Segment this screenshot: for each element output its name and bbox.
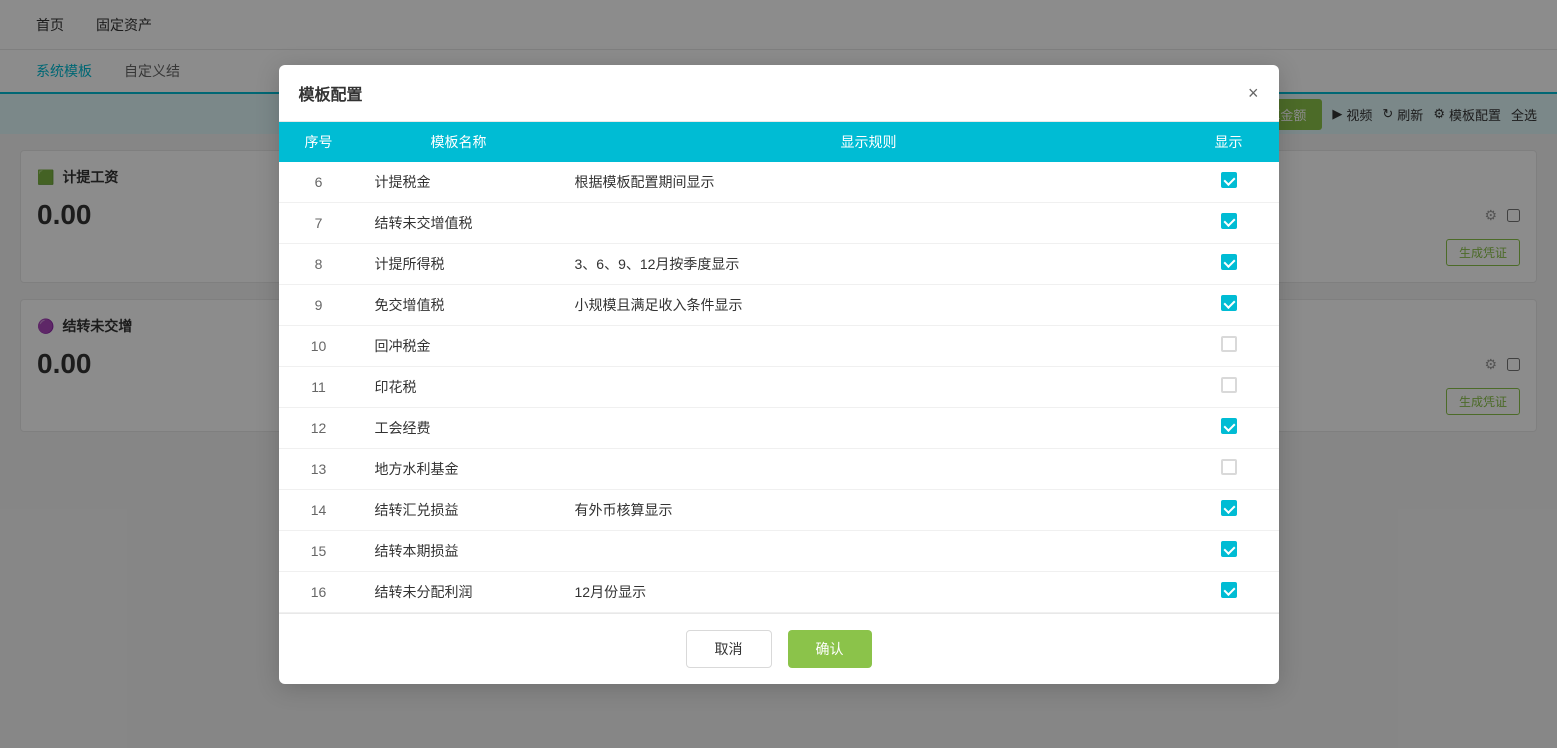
table-row: 13地方水利基金 [279,448,1279,489]
cell-index-1: 7 [279,202,359,243]
config-table: 序号 模板名称 显示规则 显示 6计提税金根据模板配置期间显示7结转未交增值税8… [279,122,1279,613]
cell-check-6 [1179,407,1279,448]
cell-name-2: 计提所得税 [359,243,559,284]
cell-check-10 [1179,571,1279,612]
cell-rule-0: 根据模板配置期间显示 [559,162,1179,203]
cell-name-0: 计提税金 [359,162,559,203]
table-row: 16结转未分配利润12月份显示 [279,571,1279,612]
cell-name-1: 结转未交增值税 [359,202,559,243]
checkbox-4[interactable] [1221,336,1237,352]
col-header-display: 显示 [1179,122,1279,162]
table-row: 15结转本期损益 [279,530,1279,571]
cell-rule-10: 12月份显示 [559,571,1179,612]
cell-index-0: 6 [279,162,359,203]
cell-rule-9 [559,530,1179,571]
checkbox-2[interactable] [1221,254,1237,270]
cell-rule-8: 有外币核算显示 [559,489,1179,530]
cell-check-3 [1179,284,1279,325]
cell-check-5 [1179,366,1279,407]
table-row: 10回冲税金 [279,325,1279,366]
checkbox-1[interactable] [1221,213,1237,229]
checkbox-5[interactable] [1221,377,1237,393]
cell-check-8 [1179,489,1279,530]
col-header-rule: 显示规则 [559,122,1179,162]
modal-overlay: 模板配置 × 序号 模板名称 显示规则 显示 6计提税金根据模板配置期间显示7结… [0,0,1557,748]
cell-check-0 [1179,162,1279,203]
confirm-button[interactable]: 确认 [788,630,872,668]
table-row: 14结转汇兑损益有外币核算显示 [279,489,1279,530]
cell-name-4: 回冲税金 [359,325,559,366]
cell-index-2: 8 [279,243,359,284]
cell-index-6: 12 [279,407,359,448]
col-header-name: 模板名称 [359,122,559,162]
modal-template-config: 模板配置 × 序号 模板名称 显示规则 显示 6计提税金根据模板配置期间显示7结… [279,65,1279,684]
table-header-row: 序号 模板名称 显示规则 显示 [279,122,1279,162]
cell-index-8: 14 [279,489,359,530]
cell-rule-4 [559,325,1179,366]
cell-rule-6 [559,407,1179,448]
cancel-button[interactable]: 取消 [686,630,772,668]
cell-check-4 [1179,325,1279,366]
cell-check-7 [1179,448,1279,489]
modal-header: 模板配置 × [279,65,1279,122]
table-row: 12工会经费 [279,407,1279,448]
table-row: 9免交增值税小规模且满足收入条件显示 [279,284,1279,325]
checkbox-9[interactable] [1221,541,1237,557]
cell-check-9 [1179,530,1279,571]
checkbox-6[interactable] [1221,418,1237,434]
cell-index-9: 15 [279,530,359,571]
cell-index-4: 10 [279,325,359,366]
cell-check-2 [1179,243,1279,284]
table-row: 6计提税金根据模板配置期间显示 [279,162,1279,203]
cell-name-5: 印花税 [359,366,559,407]
modal-footer: 取消 确认 [279,613,1279,684]
checkbox-7[interactable] [1221,459,1237,475]
modal-title: 模板配置 [299,81,363,105]
cell-index-5: 11 [279,366,359,407]
cell-name-9: 结转本期损益 [359,530,559,571]
cell-name-6: 工会经费 [359,407,559,448]
cell-rule-7 [559,448,1179,489]
table-row: 7结转未交增值税 [279,202,1279,243]
col-header-index: 序号 [279,122,359,162]
cell-name-3: 免交增值税 [359,284,559,325]
cell-name-10: 结转未分配利润 [359,571,559,612]
table-row: 11印花税 [279,366,1279,407]
cell-index-3: 9 [279,284,359,325]
checkbox-0[interactable] [1221,172,1237,188]
cell-rule-3: 小规模且满足收入条件显示 [559,284,1179,325]
checkbox-3[interactable] [1221,295,1237,311]
cell-name-8: 结转汇兑损益 [359,489,559,530]
cell-rule-2: 3、6、9、12月按季度显示 [559,243,1179,284]
cell-rule-5 [559,366,1179,407]
modal-close-button[interactable]: × [1248,84,1259,102]
modal-body: 序号 模板名称 显示规则 显示 6计提税金根据模板配置期间显示7结转未交增值税8… [279,122,1279,613]
cell-rule-1 [559,202,1179,243]
cell-index-7: 13 [279,448,359,489]
checkbox-10[interactable] [1221,582,1237,598]
cell-index-10: 16 [279,571,359,612]
table-row: 8计提所得税3、6、9、12月按季度显示 [279,243,1279,284]
cell-check-1 [1179,202,1279,243]
cell-name-7: 地方水利基金 [359,448,559,489]
checkbox-8[interactable] [1221,500,1237,516]
